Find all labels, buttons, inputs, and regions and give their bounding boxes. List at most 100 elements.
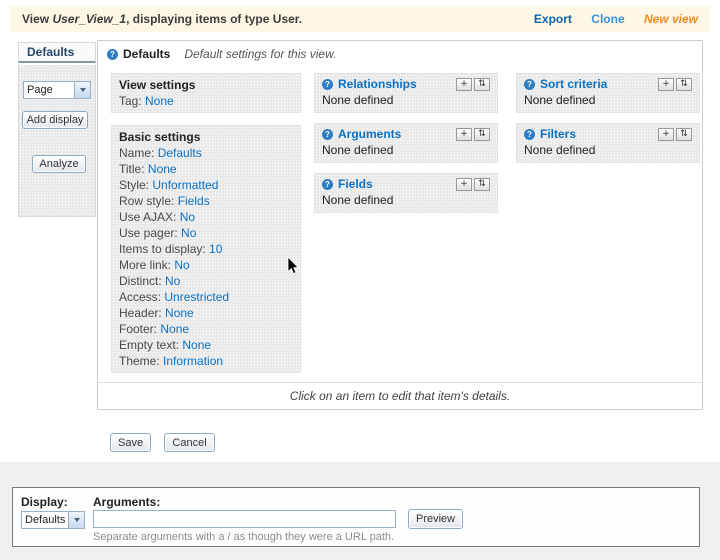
display-label: Display: (21, 495, 68, 509)
setting-value-link[interactable]: Unrestricted (164, 290, 229, 304)
setting-label: Theme: (119, 354, 164, 368)
setting-row: Style: Unformatted (119, 177, 293, 193)
relationships-box: ? Relationships + ⇅ None defined (314, 73, 498, 113)
setting-label: Access: (119, 290, 165, 304)
setting-value-link[interactable]: None (148, 162, 177, 176)
view-settings-title: View settings (119, 78, 196, 92)
sort-criteria-box: ? Sort criteria + ⇅ None defined (516, 73, 700, 113)
help-icon[interactable]: ? (107, 48, 118, 60)
setting-value-link[interactable]: Fields (178, 194, 210, 208)
chevron-down-icon (68, 512, 84, 528)
add-filter-button[interactable]: + (658, 128, 674, 141)
sort-criteria-title-link[interactable]: Sort criteria (540, 77, 658, 92)
setting-label: Row style: (119, 194, 178, 208)
header-links: Export Clone New view (518, 12, 698, 26)
basic-settings-rows: Name: Defaults Title: None Style: Unformat… (119, 145, 293, 369)
chevron-down-icon (74, 82, 90, 98)
view-edit-panel: ? Defaults Default settings for this vie… (97, 40, 703, 410)
relationships-empty-text: None defined (322, 93, 394, 107)
setting-label: Header: (119, 306, 166, 320)
help-icon[interactable]: ? (322, 179, 333, 190)
setting-value-link[interactable]: None (160, 322, 189, 336)
save-button[interactable]: Save (110, 433, 152, 452)
help-icon[interactable]: ? (524, 79, 535, 90)
setting-label: Style: (119, 178, 153, 192)
add-field-button[interactable]: + (456, 178, 472, 191)
setting-row: Use pager: No (119, 225, 293, 241)
setting-value-link[interactable]: None (145, 94, 174, 108)
panel-header: ? Defaults Default settings for this vie… (107, 47, 336, 61)
cancel-button[interactable]: Cancel (164, 433, 215, 452)
setting-value-link[interactable]: Unformatted (152, 178, 218, 192)
clone-link[interactable]: Clone (591, 12, 624, 26)
form-actions: Save Cancel (110, 433, 225, 452)
new-view-link[interactable]: New view (644, 12, 698, 26)
help-icon[interactable]: ? (322, 129, 333, 140)
setting-row: Access: Unrestricted (119, 289, 293, 305)
setting-row: Row style: Fields (119, 193, 293, 209)
setting-value-link[interactable]: No (180, 210, 195, 224)
setting-label: More link: (119, 258, 175, 272)
page-title: View User_View_1, displaying items of ty… (22, 12, 302, 26)
arguments-box: ? Arguments + ⇅ None defined (314, 123, 498, 163)
view-settings-rows: Tag: None (119, 93, 293, 109)
setting-value-link[interactable]: Defaults (158, 146, 202, 160)
sort-criteria-empty-text: None defined (524, 93, 596, 107)
setting-row: More link: No (119, 257, 293, 273)
arguments-title-link[interactable]: Arguments (338, 127, 456, 142)
filters-box: ? Filters + ⇅ None defined (516, 123, 700, 163)
add-display-button[interactable]: Add display (22, 111, 88, 129)
add-argument-button[interactable]: + (456, 128, 472, 141)
setting-value-link[interactable]: None (165, 306, 194, 320)
view-settings-box: View settings Tag: None (111, 73, 301, 113)
fields-empty-text: None defined (322, 193, 394, 207)
arguments-input[interactable] (93, 510, 396, 528)
add-display-type-select[interactable]: Page (23, 81, 91, 99)
display-sidebar: Page Add display Analyze (18, 65, 96, 217)
setting-value-link[interactable]: No (174, 258, 189, 272)
setting-value-link[interactable]: Information (163, 354, 223, 368)
rearrange-filters-button[interactable]: ⇅ (676, 128, 692, 141)
setting-row: Header: None (119, 305, 293, 321)
help-icon[interactable]: ? (322, 79, 333, 90)
add-relationship-button[interactable]: + (456, 78, 472, 91)
fields-title-link[interactable]: Fields (338, 177, 456, 192)
setting-row: Distinct: No (119, 273, 293, 289)
add-sort-button[interactable]: + (658, 78, 674, 91)
preview-button[interactable]: Preview (408, 509, 464, 529)
fields-box: ? Fields + ⇅ None defined (314, 173, 498, 213)
tab-defaults[interactable]: Defaults (18, 42, 96, 63)
setting-label: Empty text: (119, 338, 183, 352)
setting-label: Items to display: (119, 242, 210, 256)
relationships-title-link[interactable]: Relationships (338, 77, 456, 92)
setting-value-link[interactable]: No (165, 274, 180, 288)
rearrange-relationships-button[interactable]: ⇅ (474, 78, 490, 91)
filters-title-link[interactable]: Filters (540, 127, 658, 142)
setting-label: Title: (119, 162, 148, 176)
setting-row: Footer: None (119, 321, 293, 337)
arguments-empty-text: None defined (322, 143, 394, 157)
export-link[interactable]: Export (534, 12, 572, 26)
help-icon[interactable]: ? (524, 129, 535, 140)
view-name: User_View_1 (52, 12, 127, 26)
rearrange-arguments-button[interactable]: ⇅ (474, 128, 490, 141)
preview-display-value: Defaults (25, 514, 66, 526)
setting-value-link[interactable]: None (182, 338, 211, 352)
setting-row: Title: None (119, 161, 293, 177)
analyze-button[interactable]: Analyze (32, 155, 86, 173)
setting-row: Empty text: None (119, 337, 293, 353)
setting-row: Tag: None (119, 93, 293, 109)
rearrange-fields-button[interactable]: ⇅ (474, 178, 490, 191)
edit-hint-note: Click on an item to edit that item's det… (98, 382, 702, 409)
basic-settings-title: Basic settings (119, 130, 201, 144)
page-title-prefix: View (22, 12, 53, 26)
preview-display-select[interactable]: Defaults (21, 511, 85, 529)
setting-value-link[interactable]: 10 (209, 242, 222, 256)
setting-row: Items to display: 10 (119, 241, 293, 257)
setting-label: Tag: (119, 94, 146, 108)
setting-value-link[interactable]: No (181, 226, 196, 240)
rearrange-sorts-button[interactable]: ⇅ (676, 78, 692, 91)
arguments-label: Arguments: (93, 495, 161, 509)
setting-row: Name: Defaults (119, 145, 293, 161)
basic-settings-box: Basic settings Name: Defaults Title: None… (111, 125, 301, 373)
